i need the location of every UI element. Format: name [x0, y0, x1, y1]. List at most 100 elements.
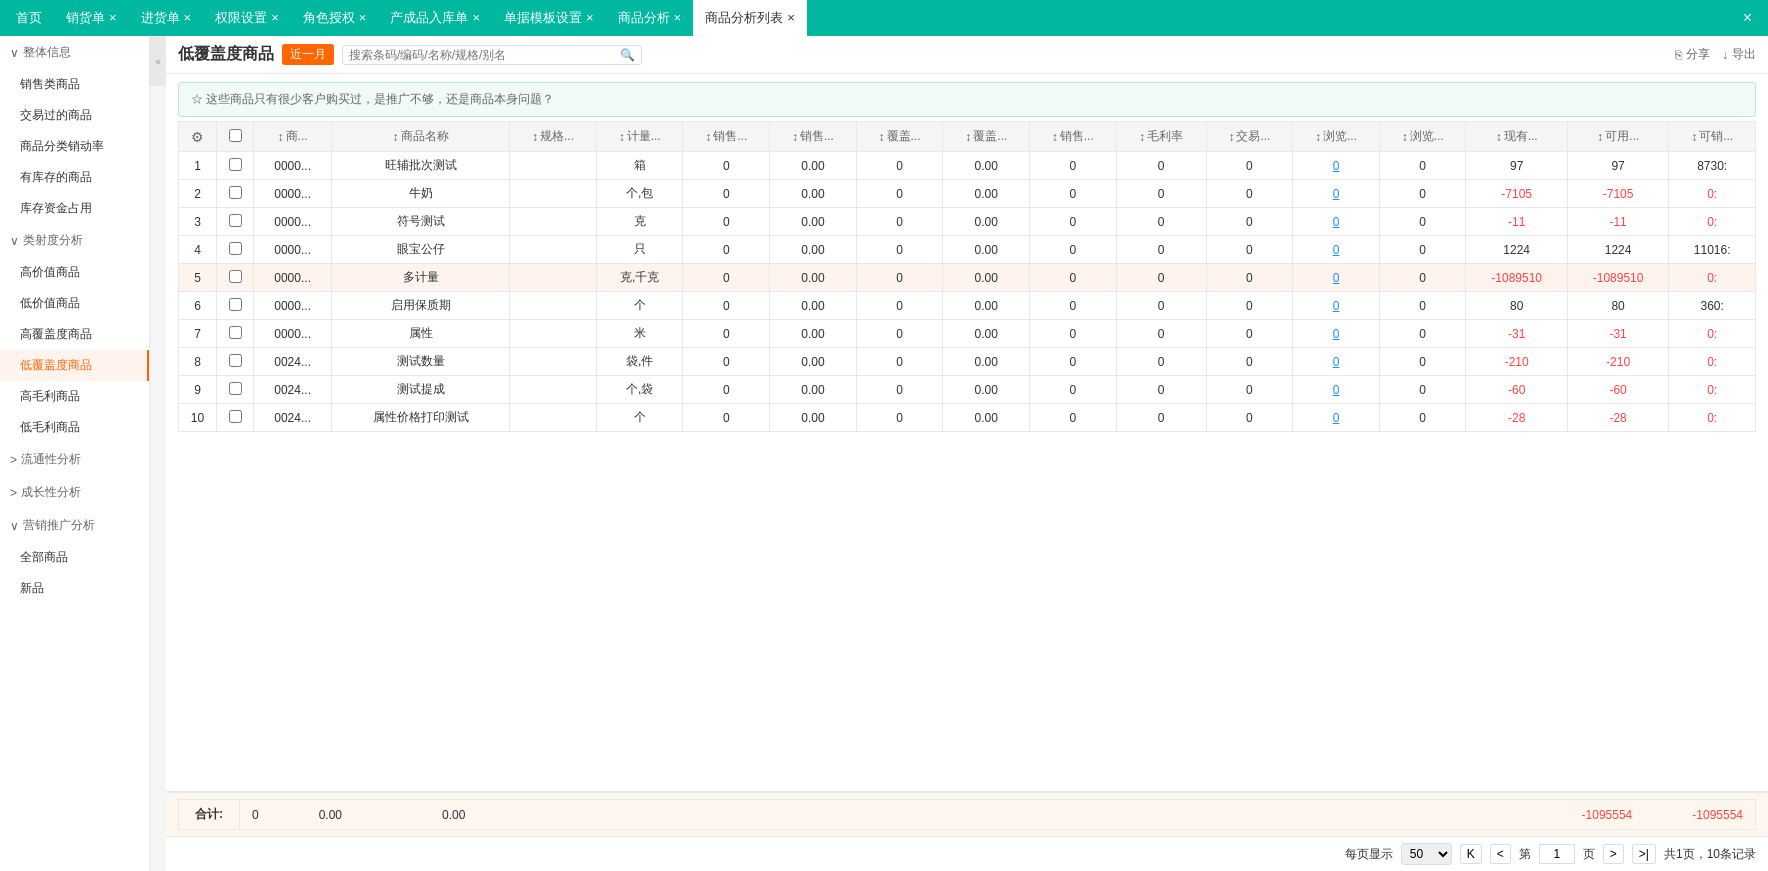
- table-cell-col9: 0.00: [943, 404, 1030, 432]
- nav-role-auth[interactable]: 角色授权 ×: [291, 0, 379, 36]
- sidebar-item-low-value[interactable]: 低价值商品: [0, 288, 149, 319]
- data-table: ⚙ ↕商... ↕商品名称 ↕规格... ↕计量... ↕销售... ↕销售..…: [178, 121, 1756, 432]
- sidebar-section-marketing[interactable]: ∨ 营销推广分析: [0, 509, 149, 542]
- row-checkbox[interactable]: [229, 242, 242, 255]
- table-cell-col11: 0: [1116, 152, 1206, 180]
- browse-link[interactable]: 0: [1333, 187, 1340, 201]
- table-cell-unit: 克: [596, 208, 683, 236]
- th-browse1[interactable]: ↕浏览...: [1293, 122, 1380, 152]
- row-checkbox[interactable]: [229, 382, 242, 395]
- content-header: 低覆盖度商品 近一月 🔍 ⎘ 分享 ↓ 导出: [166, 36, 1768, 74]
- th-code[interactable]: ↕商...: [254, 122, 332, 152]
- sidebar-item-new-goods[interactable]: 新品: [0, 573, 149, 604]
- search-input[interactable]: [349, 48, 616, 62]
- sidebar-item-category-turnover[interactable]: 商品分类销动率: [0, 131, 149, 162]
- browse-link[interactable]: 0: [1333, 355, 1340, 369]
- sidebar-item-low-margin[interactable]: 低毛利商品: [0, 412, 149, 443]
- row-checkbox[interactable]: [229, 298, 242, 311]
- sidebar-item-traded-goods[interactable]: 交易过的商品: [0, 100, 149, 131]
- row-checkbox[interactable]: [229, 186, 242, 199]
- browse-link[interactable]: 0: [1333, 271, 1340, 285]
- browse-link[interactable]: 0: [1333, 215, 1340, 229]
- nav-product-analysis[interactable]: 商品分析 ×: [606, 0, 694, 36]
- page-size-select[interactable]: 50 10 20 100: [1401, 843, 1452, 865]
- row-checkbox[interactable]: [229, 410, 242, 423]
- select-all-checkbox[interactable]: [229, 129, 242, 142]
- nav-home[interactable]: 首页: [4, 0, 54, 36]
- browse-link[interactable]: 0: [1333, 327, 1340, 341]
- search-box[interactable]: 🔍: [342, 45, 642, 65]
- browse-link[interactable]: 0: [1333, 383, 1340, 397]
- close-all-tabs-button[interactable]: ×: [1731, 9, 1764, 27]
- share-button[interactable]: ⎘ 分享: [1675, 46, 1710, 63]
- th-sales3[interactable]: ↕销售...: [1029, 122, 1116, 152]
- table-cell-code: 0024...: [254, 404, 332, 432]
- nav-permission-settings[interactable]: 权限设置 ×: [203, 0, 291, 36]
- first-page-button[interactable]: K: [1460, 844, 1482, 864]
- nav-template-settings[interactable]: 单据模板设置 ×: [492, 0, 606, 36]
- table-cell-col11: 0: [1116, 236, 1206, 264]
- next-page-button[interactable]: >: [1603, 844, 1624, 864]
- table-cell-unit: 个: [596, 404, 683, 432]
- sidebar-item-instock-goods[interactable]: 有库存的商品: [0, 162, 149, 193]
- th-cover1[interactable]: ↕覆盖...: [856, 122, 943, 152]
- row-checkbox[interactable]: [229, 214, 242, 227]
- table-cell-col12: 0: [1206, 264, 1293, 292]
- sidebar-item-high-coverage[interactable]: 高覆盖度商品: [0, 319, 149, 350]
- sidebar-item-low-coverage[interactable]: 低覆盖度商品: [0, 350, 149, 381]
- row-checkbox[interactable]: [229, 270, 242, 283]
- sidebar-item-high-value[interactable]: 高价值商品: [0, 257, 149, 288]
- sidebar-item-sales-goods[interactable]: 销售类商品: [0, 69, 149, 100]
- th-sales2[interactable]: ↕销售...: [770, 122, 857, 152]
- table-cell-col12: 0: [1206, 180, 1293, 208]
- th-browse2[interactable]: ↕浏览...: [1379, 122, 1466, 152]
- table-cell-col8: 0: [856, 376, 943, 404]
- sidebar-item-high-margin[interactable]: 高毛利商品: [0, 381, 149, 412]
- table-cell-col13: 0: [1293, 404, 1380, 432]
- total-col16: -1095554: [1692, 808, 1743, 822]
- th-margin[interactable]: ↕毛利率: [1116, 122, 1206, 152]
- th-current-stock[interactable]: ↕现有...: [1466, 122, 1567, 152]
- th-spec[interactable]: ↕规格...: [510, 122, 597, 152]
- nav-sales-order[interactable]: 销货单 ×: [54, 0, 129, 36]
- th-settings[interactable]: ⚙: [179, 122, 217, 152]
- th-sales1[interactable]: ↕销售...: [683, 122, 770, 152]
- sidebar-item-all-goods[interactable]: 全部商品: [0, 542, 149, 573]
- info-banner: ☆ 这些商品只有很少客户购买过，是推广不够，还是商品本身问题？: [178, 82, 1756, 117]
- nav-product-analysis-list[interactable]: 商品分析列表 ×: [693, 0, 807, 36]
- nav-purchase-order[interactable]: 进货单 ×: [129, 0, 204, 36]
- export-icon: ↓: [1722, 48, 1728, 62]
- row-checkbox[interactable]: [229, 326, 242, 339]
- last-page-button[interactable]: >|: [1632, 844, 1656, 864]
- table-cell-name: 启用保质期: [331, 292, 509, 320]
- row-checkbox[interactable]: [229, 158, 242, 171]
- th-checkbox[interactable]: [216, 122, 253, 152]
- th-unit[interactable]: ↕计量...: [596, 122, 683, 152]
- browse-link[interactable]: 0: [1333, 243, 1340, 257]
- sidebar-item-inventory-capital[interactable]: 库存资金占用: [0, 193, 149, 224]
- th-cover2[interactable]: ↕覆盖...: [943, 122, 1030, 152]
- table-cell-col16: -11: [1567, 208, 1668, 236]
- prev-page-button[interactable]: <: [1490, 844, 1511, 864]
- th-saleable[interactable]: ↕可销...: [1669, 122, 1756, 152]
- search-icon[interactable]: 🔍: [620, 48, 635, 62]
- nav-product-inbound[interactable]: 产成品入库单 ×: [378, 0, 492, 36]
- row-checkbox[interactable]: [229, 354, 242, 367]
- browse-link[interactable]: 0: [1333, 411, 1340, 425]
- th-trade[interactable]: ↕交易...: [1206, 122, 1293, 152]
- sidebar-section-category-analysis[interactable]: ∨ 类射度分析: [0, 224, 149, 257]
- sidebar-section-overall[interactable]: ∨ 整体信息: [0, 36, 149, 69]
- total-row: 合计: 0 0.00 0.00 -1095554 -1095554: [166, 791, 1768, 836]
- sidebar-section-growth[interactable]: > 成长性分析: [0, 476, 149, 509]
- sidebar-section-liquidity[interactable]: > 流通性分析: [0, 443, 149, 476]
- table-cell-unit: 克,千克: [596, 264, 683, 292]
- browse-link[interactable]: 0: [1333, 299, 1340, 313]
- table-cell-col15: 80: [1466, 292, 1567, 320]
- export-button[interactable]: ↓ 导出: [1722, 46, 1756, 63]
- browse-link[interactable]: 0: [1333, 159, 1340, 173]
- th-name[interactable]: ↕商品名称: [331, 122, 509, 152]
- th-available-stock[interactable]: ↕可用...: [1567, 122, 1668, 152]
- period-button[interactable]: 近一月: [282, 44, 334, 65]
- sidebar-collapse-button[interactable]: «: [150, 36, 166, 86]
- page-number-input[interactable]: [1539, 844, 1575, 864]
